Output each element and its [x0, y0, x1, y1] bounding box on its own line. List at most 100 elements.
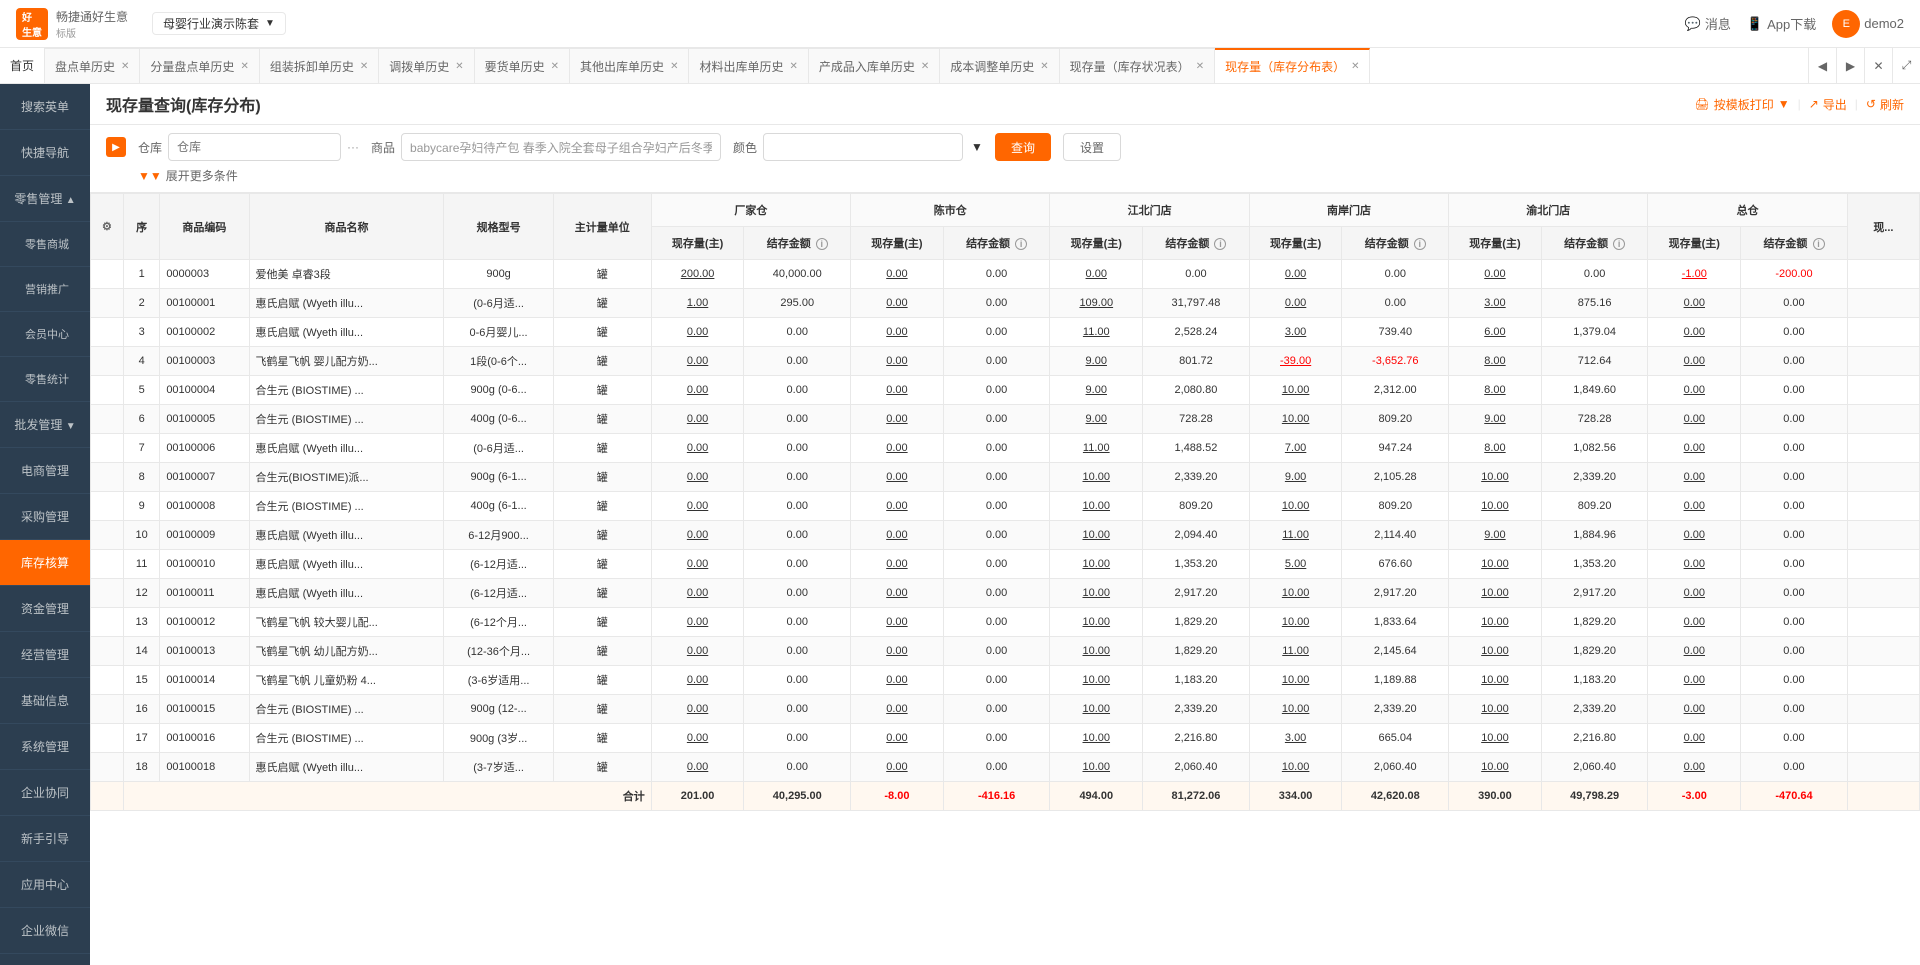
row-factory-stock[interactable]: 0.00	[651, 695, 744, 724]
close-icon[interactable]: ✕	[921, 61, 929, 72]
sidebar-item-operations[interactable]: 经营管理	[0, 632, 90, 678]
sidebar-item-marketing[interactable]: 营销推广	[0, 267, 90, 312]
warehouse-more-icon[interactable]: ···	[347, 140, 359, 154]
sidebar-item-finance[interactable]: 资金管理	[0, 586, 90, 632]
close-icon[interactable]: ✕	[455, 61, 463, 72]
sidebar-item-newguide[interactable]: 新手引导	[0, 816, 90, 862]
row-nanan-stock[interactable]: 10.00	[1249, 608, 1342, 637]
row-total-stock[interactable]: 0.00	[1648, 666, 1741, 695]
close-icon[interactable]: ✕	[551, 61, 559, 72]
row-factory-stock[interactable]: 0.00	[651, 521, 744, 550]
expand-toggle-btn[interactable]: ▶	[106, 137, 126, 157]
info-icon[interactable]: i	[816, 238, 828, 250]
row-chenshi-stock[interactable]: 0.00	[851, 463, 944, 492]
sidebar-item-system[interactable]: 系统管理	[0, 724, 90, 770]
row-total-stock[interactable]: 0.00	[1648, 463, 1741, 492]
tab-chenbendiaozheng[interactable]: 成本调整单历史 ✕	[940, 48, 1059, 84]
row-jiangbei-stock[interactable]: 11.00	[1050, 318, 1143, 347]
row-factory-stock[interactable]: 0.00	[651, 318, 744, 347]
sidebar-item-inventory[interactable]: 库存核算	[0, 540, 90, 586]
nav-expand-btn[interactable]: ⤢	[1892, 48, 1920, 84]
row-jiangbei-stock[interactable]: 10.00	[1050, 608, 1143, 637]
nav-next-btn[interactable]: ▶	[1836, 48, 1864, 84]
row-total-stock[interactable]: 0.00	[1648, 376, 1741, 405]
row-jiangbei-stock[interactable]: 10.00	[1050, 695, 1143, 724]
row-factory-stock[interactable]: 0.00	[651, 753, 744, 782]
query-btn[interactable]: 查询	[995, 133, 1051, 161]
org-dropdown[interactable]: 母婴行业演示陈套 ▼	[152, 12, 286, 35]
row-yuubei-stock[interactable]: 0.00	[1449, 260, 1542, 289]
close-icon[interactable]: ✕	[121, 61, 129, 72]
row-yuubei-stock[interactable]: 8.00	[1449, 376, 1542, 405]
row-yuubei-stock[interactable]: 10.00	[1449, 608, 1542, 637]
row-factory-stock[interactable]: 0.00	[651, 550, 744, 579]
row-factory-stock[interactable]: 0.00	[651, 434, 744, 463]
row-chenshi-stock[interactable]: 0.00	[851, 579, 944, 608]
row-yuubei-stock[interactable]: 10.00	[1449, 579, 1542, 608]
row-nanan-stock[interactable]: 10.00	[1249, 492, 1342, 521]
row-chenshi-stock[interactable]: 0.00	[851, 260, 944, 289]
row-nanan-stock[interactable]: 3.00	[1249, 318, 1342, 347]
row-factory-stock[interactable]: 0.00	[651, 492, 744, 521]
row-jiangbei-stock[interactable]: 0.00	[1050, 260, 1143, 289]
row-yuubei-stock[interactable]: 6.00	[1449, 318, 1542, 347]
row-chenshi-stock[interactable]: 0.00	[851, 724, 944, 753]
close-icon[interactable]: ✕	[360, 61, 368, 72]
info-icon[interactable]: i	[1015, 238, 1027, 250]
row-nanan-stock[interactable]: 0.00	[1249, 289, 1342, 318]
tab-yaohuodanhis[interactable]: 要货单历史 ✕	[475, 48, 570, 84]
row-nanan-stock[interactable]: 3.00	[1249, 724, 1342, 753]
row-chenshi-stock[interactable]: 0.00	[851, 608, 944, 637]
row-chenshi-stock[interactable]: 0.00	[851, 376, 944, 405]
row-factory-stock[interactable]: 0.00	[651, 376, 744, 405]
sidebar-item-ecommerce[interactable]: 电商管理	[0, 448, 90, 494]
row-total-stock[interactable]: 0.00	[1648, 434, 1741, 463]
row-chenshi-stock[interactable]: 0.00	[851, 521, 944, 550]
close-icon[interactable]: ✕	[1196, 61, 1204, 72]
row-jiangbei-stock[interactable]: 10.00	[1050, 724, 1143, 753]
tab-cailiaochu[interactable]: 材料出库单历史 ✕	[689, 48, 808, 84]
info-icon[interactable]: i	[1813, 238, 1825, 250]
sidebar-item-enterprise[interactable]: 企业协同	[0, 770, 90, 816]
row-nanan-stock[interactable]: 11.00	[1249, 521, 1342, 550]
row-chenshi-stock[interactable]: 0.00	[851, 753, 944, 782]
row-factory-stock[interactable]: 200.00	[651, 260, 744, 289]
sidebar-item-changhui[interactable]: 畅会员	[0, 954, 90, 965]
row-chenshi-stock[interactable]: 0.00	[851, 434, 944, 463]
settings-btn[interactable]: 设置	[1063, 133, 1121, 161]
row-nanan-stock[interactable]: 10.00	[1249, 405, 1342, 434]
row-nanan-stock[interactable]: 9.00	[1249, 463, 1342, 492]
row-jiangbei-stock[interactable]: 10.00	[1050, 579, 1143, 608]
close-icon[interactable]: ✕	[240, 61, 248, 72]
tab-chanchengru[interactable]: 产成品入库单历史 ✕	[809, 48, 940, 84]
row-jiangbei-stock[interactable]: 10.00	[1050, 521, 1143, 550]
sidebar-item-wechat[interactable]: 企业微信	[0, 908, 90, 954]
message-btn[interactable]: 💬 消息	[1685, 14, 1731, 33]
row-jiangbei-stock[interactable]: 9.00	[1050, 405, 1143, 434]
row-total-stock[interactable]: 0.00	[1648, 492, 1741, 521]
row-total-stock[interactable]: 0.00	[1648, 521, 1741, 550]
gear-icon[interactable]: ⚙	[102, 221, 112, 233]
row-nanan-stock[interactable]: 10.00	[1249, 753, 1342, 782]
row-jiangbei-stock[interactable]: 11.00	[1050, 434, 1143, 463]
sidebar-item-retail-mgmt[interactable]: 零售管理 ▲	[0, 176, 90, 222]
row-total-stock[interactable]: 0.00	[1648, 289, 1741, 318]
row-chenshi-stock[interactable]: 0.00	[851, 289, 944, 318]
row-yuubei-stock[interactable]: 10.00	[1449, 492, 1542, 521]
row-total-stock[interactable]: 0.00	[1648, 637, 1741, 666]
sidebar-item-search[interactable]: 搜索英单	[0, 84, 90, 130]
tab-home[interactable]: 首页	[0, 48, 45, 84]
close-icon[interactable]: ✕	[1040, 61, 1048, 72]
row-jiangbei-stock[interactable]: 10.00	[1050, 666, 1143, 695]
row-factory-stock[interactable]: 0.00	[651, 724, 744, 753]
refresh-btn[interactable]: ↺ 刷新	[1866, 96, 1904, 113]
export-btn[interactable]: ↗ 导出	[1809, 96, 1847, 113]
row-yuubei-stock[interactable]: 3.00	[1449, 289, 1542, 318]
row-total-stock[interactable]: 0.00	[1648, 608, 1741, 637]
row-total-stock[interactable]: 0.00	[1648, 347, 1741, 376]
close-icon[interactable]: ✕	[789, 61, 797, 72]
print-btn[interactable]: 🖨 按模板打印 ▼	[1694, 96, 1789, 113]
info-icon[interactable]: i	[1214, 238, 1226, 250]
sidebar-item-retail-shop[interactable]: 零售商城	[0, 222, 90, 267]
sidebar-item-wholesale-mgmt[interactable]: 批发管理 ▼	[0, 402, 90, 448]
